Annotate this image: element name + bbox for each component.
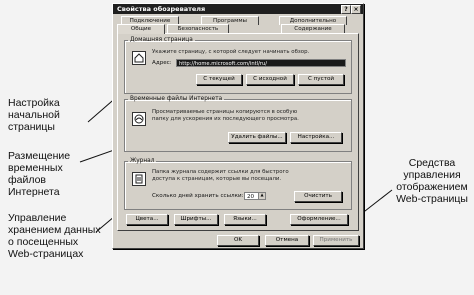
history-days-spinner[interactable]: 20 ▲: [244, 192, 266, 200]
history-days-value: 20: [247, 194, 255, 200]
home-page-legend: Домашняя страница: [130, 37, 193, 43]
tab-content[interactable]: Содержание: [281, 24, 345, 33]
use-current-button[interactable]: С текущей: [196, 74, 242, 85]
history-description: Папка журнала содержит ссылки для быстро…: [152, 169, 289, 182]
temp-files-group: Временные файлы Интернета: [124, 96, 352, 152]
temp-settings-button[interactable]: Настройка...: [290, 132, 342, 143]
history-legend: Журнал: [130, 158, 155, 164]
callout-history: Управление хранением данных о посещенных…: [8, 212, 101, 260]
address-input[interactable]: http://home.microsoft.com/intl/ru/: [176, 59, 346, 67]
temp-files-legend: Временные файлы Интернета: [130, 96, 223, 102]
callout-temp: Размещение временных файлов Интернета: [8, 150, 71, 198]
colors-button[interactable]: Цвета...: [126, 214, 168, 225]
fonts-button[interactable]: Шрифты...: [174, 214, 218, 225]
temp-files-icon: [132, 112, 146, 126]
history-icon: [132, 172, 146, 186]
dialog-titlebar: Свойства обозревателя ? ×: [113, 4, 363, 14]
general-tab-panel: Домашняя страница Укажите страницу, с ко…: [117, 33, 359, 231]
tab-general[interactable]: Общие: [117, 24, 165, 34]
ok-button[interactable]: OK: [217, 235, 259, 246]
history-group: Журнал: [124, 158, 352, 210]
history-days-label: Сколько дней хранить ссылки:: [152, 193, 244, 199]
dialog-title: Свойства обозревателя: [117, 5, 206, 13]
home-page-description: Укажите страницу, с которой следует начи…: [152, 49, 310, 55]
delete-files-button[interactable]: Удалить файлы...: [228, 132, 286, 143]
callout-home: Настройка начальной страницы: [8, 97, 60, 133]
callout-display: Средства управления отображением Web-стр…: [396, 157, 468, 205]
address-label: Адрес:: [152, 60, 172, 66]
use-default-button[interactable]: С исходной: [246, 74, 294, 85]
internet-options-dialog: Свойства обозревателя ? × Подключение Пр…: [112, 3, 364, 249]
spinner-arrows-icon[interactable]: ▲: [258, 193, 265, 199]
close-button[interactable]: ×: [351, 5, 361, 14]
languages-button[interactable]: Языки...: [224, 214, 266, 225]
accessibility-button[interactable]: Оформление...: [290, 214, 348, 225]
apply-button[interactable]: Применить: [313, 235, 359, 246]
temp-files-description: Просматриваемые страницы копируются в ос…: [152, 109, 299, 122]
clear-history-button[interactable]: Очистить: [294, 191, 342, 202]
cancel-button[interactable]: Отмена: [265, 235, 309, 246]
tab-security[interactable]: Безопасность: [167, 24, 229, 33]
help-button[interactable]: ?: [341, 5, 351, 14]
home-page-icon: [132, 51, 146, 65]
use-blank-button[interactable]: С пустой: [298, 74, 344, 85]
